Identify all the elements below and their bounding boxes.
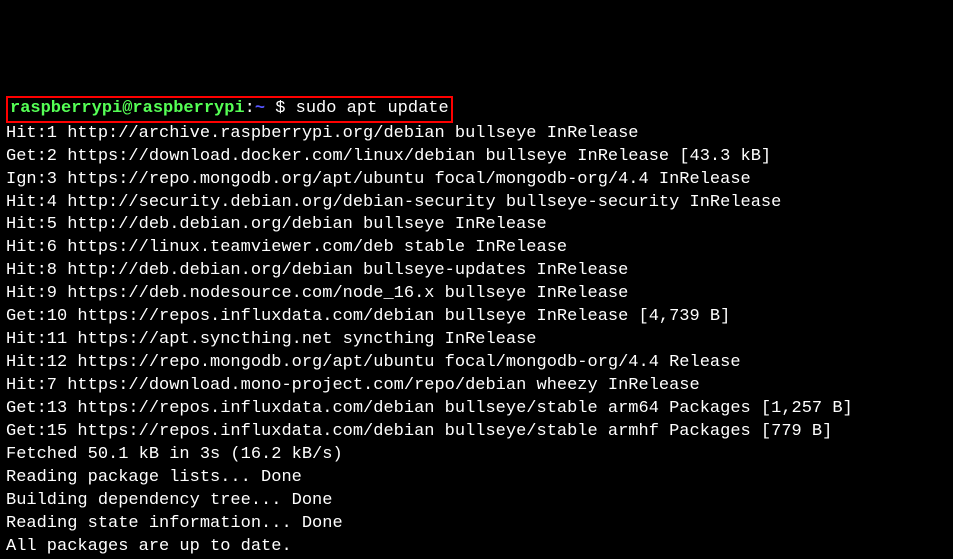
terminal-output-line: Hit:7 https://download.mono-project.com/… (6, 375, 947, 398)
terminal-output-line: Hit:4 http://security.debian.org/debian-… (6, 192, 947, 215)
terminal-output-line: Hit:11 https://apt.syncthing.net syncthi… (6, 329, 947, 352)
terminal-output-line: Get:13 https://repos.influxdata.com/debi… (6, 398, 947, 421)
command-input[interactable]: sudo apt update (296, 99, 449, 118)
terminal-output-line: Building dependency tree... Done (6, 490, 947, 513)
prompt-highlight-box: raspberrypi@raspberrypi:~ $ sudo apt upd… (6, 96, 453, 123)
terminal-output-line: Hit:6 https://linux.teamviewer.com/deb s… (6, 237, 947, 260)
terminal-output-line: All packages are up to date. (6, 536, 947, 559)
terminal-output-line: Hit:1 http://archive.raspberrypi.org/deb… (6, 123, 947, 146)
prompt-path: ~ (255, 99, 265, 118)
terminal-output-line: Get:10 https://repos.influxdata.com/debi… (6, 306, 947, 329)
prompt-symbol: $ (265, 99, 296, 118)
terminal-output: Hit:1 http://archive.raspberrypi.org/deb… (6, 123, 947, 559)
prompt-separator: : (245, 99, 255, 118)
terminal-output-line: Get:2 https://download.docker.com/linux/… (6, 146, 947, 169)
terminal-output-line: Fetched 50.1 kB in 3s (16.2 kB/s) (6, 444, 947, 467)
terminal-output-line: Hit:9 https://deb.nodesource.com/node_16… (6, 283, 947, 306)
prompt-user-host: raspberrypi@raspberrypi (10, 99, 245, 118)
terminal-output-line: Hit:8 http://deb.debian.org/debian bulls… (6, 260, 947, 283)
terminal-output-line: Hit:5 http://deb.debian.org/debian bulls… (6, 214, 947, 237)
terminal-output-line: Ign:3 https://repo.mongodb.org/apt/ubunt… (6, 169, 947, 192)
terminal-output-line: Hit:12 https://repo.mongodb.org/apt/ubun… (6, 352, 947, 375)
terminal-output-line: Reading state information... Done (6, 513, 947, 536)
terminal-output-line: Reading package lists... Done (6, 467, 947, 490)
terminal-output-line: Get:15 https://repos.influxdata.com/debi… (6, 421, 947, 444)
